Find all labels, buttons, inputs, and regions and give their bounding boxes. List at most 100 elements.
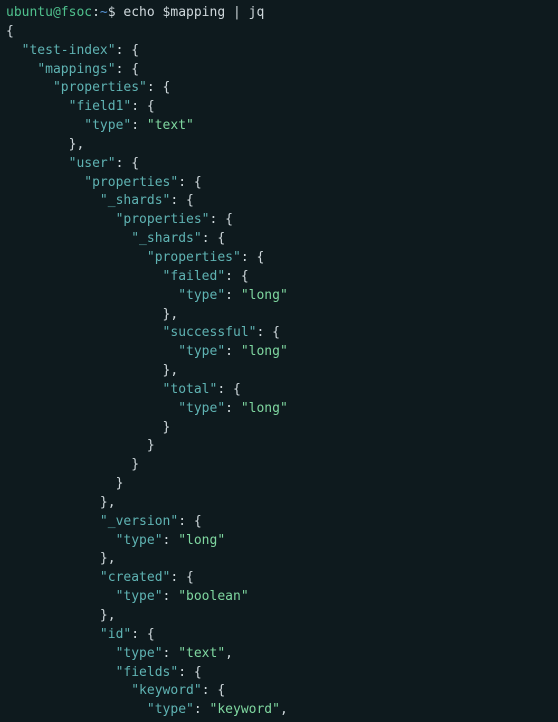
- json-key: "test-index": [22, 43, 116, 58]
- json-line: },: [6, 550, 552, 569]
- json-key: "successful": [163, 325, 257, 340]
- prompt-dollar: $: [108, 5, 116, 20]
- json-string: "long": [241, 288, 288, 303]
- json-punct: : {: [225, 269, 248, 284]
- json-line: "type": "boolean": [6, 588, 552, 607]
- json-punct: :: [194, 702, 210, 717]
- json-key: "type": [147, 702, 194, 717]
- json-punct: : {: [131, 627, 154, 642]
- json-string: "text": [178, 646, 225, 661]
- json-punct: },: [100, 495, 116, 510]
- json-string: "long": [241, 401, 288, 416]
- json-key: "field1": [69, 99, 132, 114]
- json-key: "mappings": [37, 62, 115, 77]
- json-line: },: [6, 136, 552, 155]
- json-line: "properties": {: [6, 211, 552, 230]
- json-line: }: [6, 456, 552, 475]
- json-punct: }: [147, 438, 155, 453]
- json-punct: ,: [225, 646, 233, 661]
- json-key: "_shards": [100, 193, 170, 208]
- json-punct: : {: [178, 665, 201, 680]
- json-punct: }: [131, 457, 139, 472]
- json-key: "id": [100, 627, 131, 642]
- json-line: },: [6, 607, 552, 626]
- json-punct: : {: [202, 683, 225, 698]
- json-punct: : {: [178, 175, 201, 190]
- json-punct: : {: [178, 514, 201, 529]
- json-line: "test-index": {: [6, 42, 552, 61]
- json-line: "fields": {: [6, 664, 552, 683]
- json-line: "type": "text": [6, 117, 552, 136]
- json-punct: :: [225, 288, 241, 303]
- json-punct: : {: [147, 80, 170, 95]
- prompt-user-host: ubuntu@fsoc: [6, 5, 92, 20]
- json-punct: }: [163, 420, 171, 435]
- json-output: { "test-index": { "mappings": { "propert…: [6, 23, 552, 720]
- json-punct: :: [163, 533, 179, 548]
- json-line: "created": {: [6, 569, 552, 588]
- json-punct: : {: [210, 212, 233, 227]
- json-key: "failed": [163, 269, 226, 284]
- json-line: "type": "keyword",: [6, 701, 552, 720]
- json-punct: },: [163, 363, 179, 378]
- json-punct: :: [225, 401, 241, 416]
- json-line: },: [6, 362, 552, 381]
- json-key: "total": [163, 382, 218, 397]
- json-line: }: [6, 419, 552, 438]
- json-punct: :: [225, 344, 241, 359]
- json-punct: : {: [131, 99, 154, 114]
- json-key: "keyword": [131, 683, 201, 698]
- json-key: "type": [84, 118, 131, 133]
- json-key: "type": [116, 589, 163, 604]
- json-line: "field1": {: [6, 98, 552, 117]
- json-line: "properties": {: [6, 79, 552, 98]
- json-punct: : {: [170, 570, 193, 585]
- json-punct: :: [131, 118, 147, 133]
- prompt-path: ~: [100, 5, 108, 20]
- json-punct: : {: [256, 325, 279, 340]
- json-punct: ,: [280, 702, 288, 717]
- json-punct: : {: [217, 382, 240, 397]
- prompt-line: ubuntu@fsoc:~$ echo $mapping | jq: [6, 4, 552, 23]
- json-line: "type": "long": [6, 400, 552, 419]
- json-punct: },: [69, 137, 85, 152]
- json-line: }: [6, 437, 552, 456]
- json-line: "id": {: [6, 626, 552, 645]
- json-string: "text": [147, 118, 194, 133]
- prompt-sep: :: [92, 5, 100, 20]
- json-line: "_version": {: [6, 513, 552, 532]
- json-string: "keyword": [210, 702, 280, 717]
- json-line: }: [6, 475, 552, 494]
- json-punct: : {: [116, 43, 139, 58]
- json-key: "type": [116, 646, 163, 661]
- json-line: "total": {: [6, 381, 552, 400]
- json-punct: :: [163, 589, 179, 604]
- json-line: "mappings": {: [6, 61, 552, 80]
- json-key: "type": [178, 344, 225, 359]
- json-key: "created": [100, 570, 170, 585]
- json-line: "successful": {: [6, 324, 552, 343]
- json-line: "type": "text",: [6, 645, 552, 664]
- json-punct: : {: [170, 193, 193, 208]
- terminal[interactable]: ubuntu@fsoc:~$ echo $mapping | jq { "tes…: [6, 4, 552, 720]
- json-line: "_shards": {: [6, 230, 552, 249]
- json-key: "type": [178, 401, 225, 416]
- json-punct: : {: [116, 156, 139, 171]
- json-key: "properties": [116, 212, 210, 227]
- command-text: echo $mapping | jq: [123, 5, 264, 20]
- json-line: "_shards": {: [6, 192, 552, 211]
- json-line: "type": "long": [6, 343, 552, 362]
- json-punct: },: [100, 551, 116, 566]
- json-punct: : {: [241, 250, 264, 265]
- json-punct: }: [116, 476, 124, 491]
- json-line: "type": "long": [6, 532, 552, 551]
- json-line: "properties": {: [6, 249, 552, 268]
- json-key: "type": [116, 533, 163, 548]
- json-line: "failed": {: [6, 268, 552, 287]
- json-punct: : {: [202, 231, 225, 246]
- json-punct: },: [163, 307, 179, 322]
- json-key: "_shards": [131, 231, 201, 246]
- json-key: "properties": [147, 250, 241, 265]
- json-string: "long": [241, 344, 288, 359]
- json-key: "type": [178, 288, 225, 303]
